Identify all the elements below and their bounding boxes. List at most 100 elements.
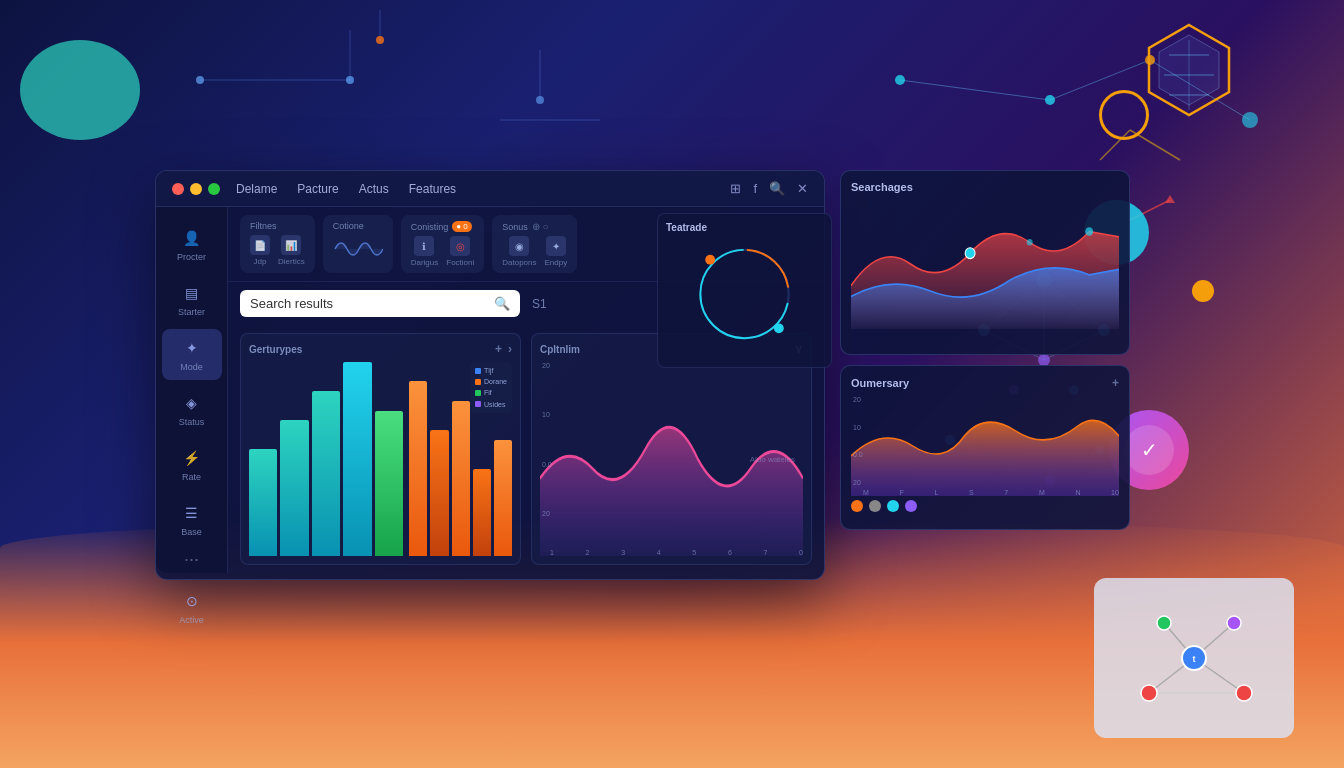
sidebar-item-starter[interactable]: ▤ Starter (162, 274, 222, 325)
filtnes-title: Filtnes (250, 221, 305, 231)
cotione-title: Cotione (333, 221, 383, 231)
chart-icon: 📊 (281, 235, 301, 255)
right-panel-section: Searchages (840, 170, 1130, 530)
sidebar: 👤 Procter ▤ Starter ✦ Mode ◈ Status ⚡ Ra… (156, 207, 228, 573)
status-icon: ◈ (181, 392, 203, 414)
profile-icon: 👤 (181, 227, 203, 249)
sidebar-label-status: Status (179, 417, 205, 427)
doc-label: Jdp (254, 257, 267, 266)
chart-label: Diertics (278, 257, 305, 266)
filtnes-chart[interactable]: 📊 Diertics (278, 235, 305, 266)
wave-icon (333, 235, 383, 263)
toolbar-conisting: Conisting ● 0 ℹ Darigus ◎ Foctioni (401, 215, 485, 273)
nav-bar: Delame Pacture Actus Features (236, 182, 714, 196)
eye-label: Datopons (502, 258, 536, 267)
sidebar-item-rate[interactable]: ⚡ Rate (162, 439, 222, 490)
panel-gerturypes-title: Gerturypes + › (249, 342, 512, 356)
svg-point-37 (1085, 227, 1093, 236)
svg-text:t: t (1193, 654, 1196, 664)
nav-features[interactable]: Features (409, 182, 456, 196)
bar-8 (452, 401, 470, 556)
search-results-svg (851, 199, 1119, 329)
filtnes-icons: 📄 Jdp 📊 Diertics (250, 235, 305, 266)
nav-actus[interactable]: Actus (359, 182, 389, 196)
close-icon[interactable]: ✕ (797, 181, 808, 196)
sidebar-label-active: Active (179, 615, 204, 625)
maximize-dot[interactable] (208, 183, 220, 195)
tealtrade-card: Teatrade (657, 213, 832, 368)
sonus-star[interactable]: ✦ Endpy (545, 236, 568, 267)
conisting-icons: ℹ Darigus ◎ Foctioni (411, 236, 475, 267)
sidebar-item-status[interactable]: ◈ Status (162, 384, 222, 435)
svg-point-38 (1027, 239, 1033, 246)
search-icon[interactable]: 🔍 (769, 181, 785, 196)
currency-chart-area: 20100.020 MFLS7MN10 (851, 396, 1119, 496)
svg-point-45 (1141, 685, 1157, 701)
gerturypes-actions: + › (495, 342, 512, 356)
sidebar-item-active[interactable]: ⊙ Active (162, 582, 222, 633)
title-bar: Delame Pacture Actus Features ⊞ f 🔍 ✕ (156, 171, 824, 207)
wave-chart-area: 20100.020 12345670 Aluo wateles (540, 362, 803, 556)
search-input[interactable] (250, 296, 486, 311)
conisting-info[interactable]: ℹ Darigus (411, 236, 439, 267)
svg-point-47 (1157, 616, 1171, 630)
sidebar-label-base: Base (181, 527, 202, 537)
sonus-title: Sonus (502, 222, 528, 232)
star-label: Endpy (545, 258, 568, 267)
sidebar-item-profile[interactable]: 👤 Procter (162, 219, 222, 270)
dot-gray (869, 500, 881, 512)
search-box: 🔍 (240, 290, 520, 317)
network-svg: t (1114, 593, 1274, 723)
nav-delame[interactable]: Delame (236, 182, 277, 196)
sidebar-label-mode: Mode (180, 362, 203, 372)
circle-decoration (1099, 90, 1149, 140)
sidebar-item-base[interactable]: ☰ Base (162, 494, 222, 545)
grid-icon[interactable]: ⊞ (730, 181, 741, 196)
dot-orange (851, 500, 863, 512)
sonus-eye[interactable]: ◉ Datopons (502, 236, 536, 267)
gerturypes-label: Gerturypes (249, 344, 302, 355)
currency-x-labels: MFLS7MN10 (863, 489, 1119, 496)
bar-chart-left (249, 362, 403, 556)
conisting-badge: ● 0 (452, 221, 472, 232)
gerturypes-next[interactable]: › (508, 342, 512, 356)
sidebar-item-mode[interactable]: ✦ Mode (162, 329, 222, 380)
search-submit-icon[interactable]: 🔍 (494, 296, 510, 311)
nav-pacture[interactable]: Pacture (297, 182, 338, 196)
target-label: Foctioni (446, 258, 474, 267)
bar-5 (375, 411, 403, 557)
sidebar-more-dots[interactable]: ··· (184, 549, 199, 569)
search-results-chart (851, 199, 1119, 329)
filtnes-doc[interactable]: 📄 Jdp (250, 235, 270, 266)
bar-1 (249, 449, 277, 556)
hex-decoration (1134, 20, 1244, 130)
gerturypes-add[interactable]: + (495, 342, 502, 356)
conisting-target[interactable]: ◎ Foctioni (446, 236, 474, 267)
svg-point-34 (705, 255, 715, 265)
sidebar-label-starter: Starter (178, 307, 205, 317)
bar-chart-right: Tljf Dorane Fif Usides (409, 362, 512, 556)
minimize-dot[interactable] (190, 183, 202, 195)
bar-2 (280, 420, 308, 556)
info-label: Darigus (411, 258, 439, 267)
facebook-icon[interactable]: f (753, 181, 757, 196)
currency-y-labels: 20100.020 (853, 396, 863, 486)
svg-point-35 (774, 323, 784, 333)
toolbar-cotione: Cotione (323, 215, 393, 273)
tealtrade-svg (666, 239, 823, 349)
info-icon: ℹ (414, 236, 434, 256)
sidebar-label-rate: Rate (182, 472, 201, 482)
window-controls (172, 183, 220, 195)
svg-point-46 (1236, 685, 1252, 701)
close-dot[interactable] (172, 183, 184, 195)
bar-6 (409, 381, 427, 556)
search-count: S1 (532, 297, 547, 311)
conisting-title: Conisting (411, 222, 449, 232)
search-results-card: Searchages (840, 170, 1130, 355)
cpltnlim-label: Cpltnlim (540, 344, 580, 355)
title-bar-actions: ⊞ f 🔍 ✕ (730, 181, 808, 196)
currency-card: Oumersary + 20100.020 MFLS7MN10 (840, 365, 1130, 530)
bar-3 (312, 391, 340, 556)
currency-action[interactable]: + (1112, 376, 1119, 390)
x-axis-labels: 12345670 (550, 549, 803, 556)
